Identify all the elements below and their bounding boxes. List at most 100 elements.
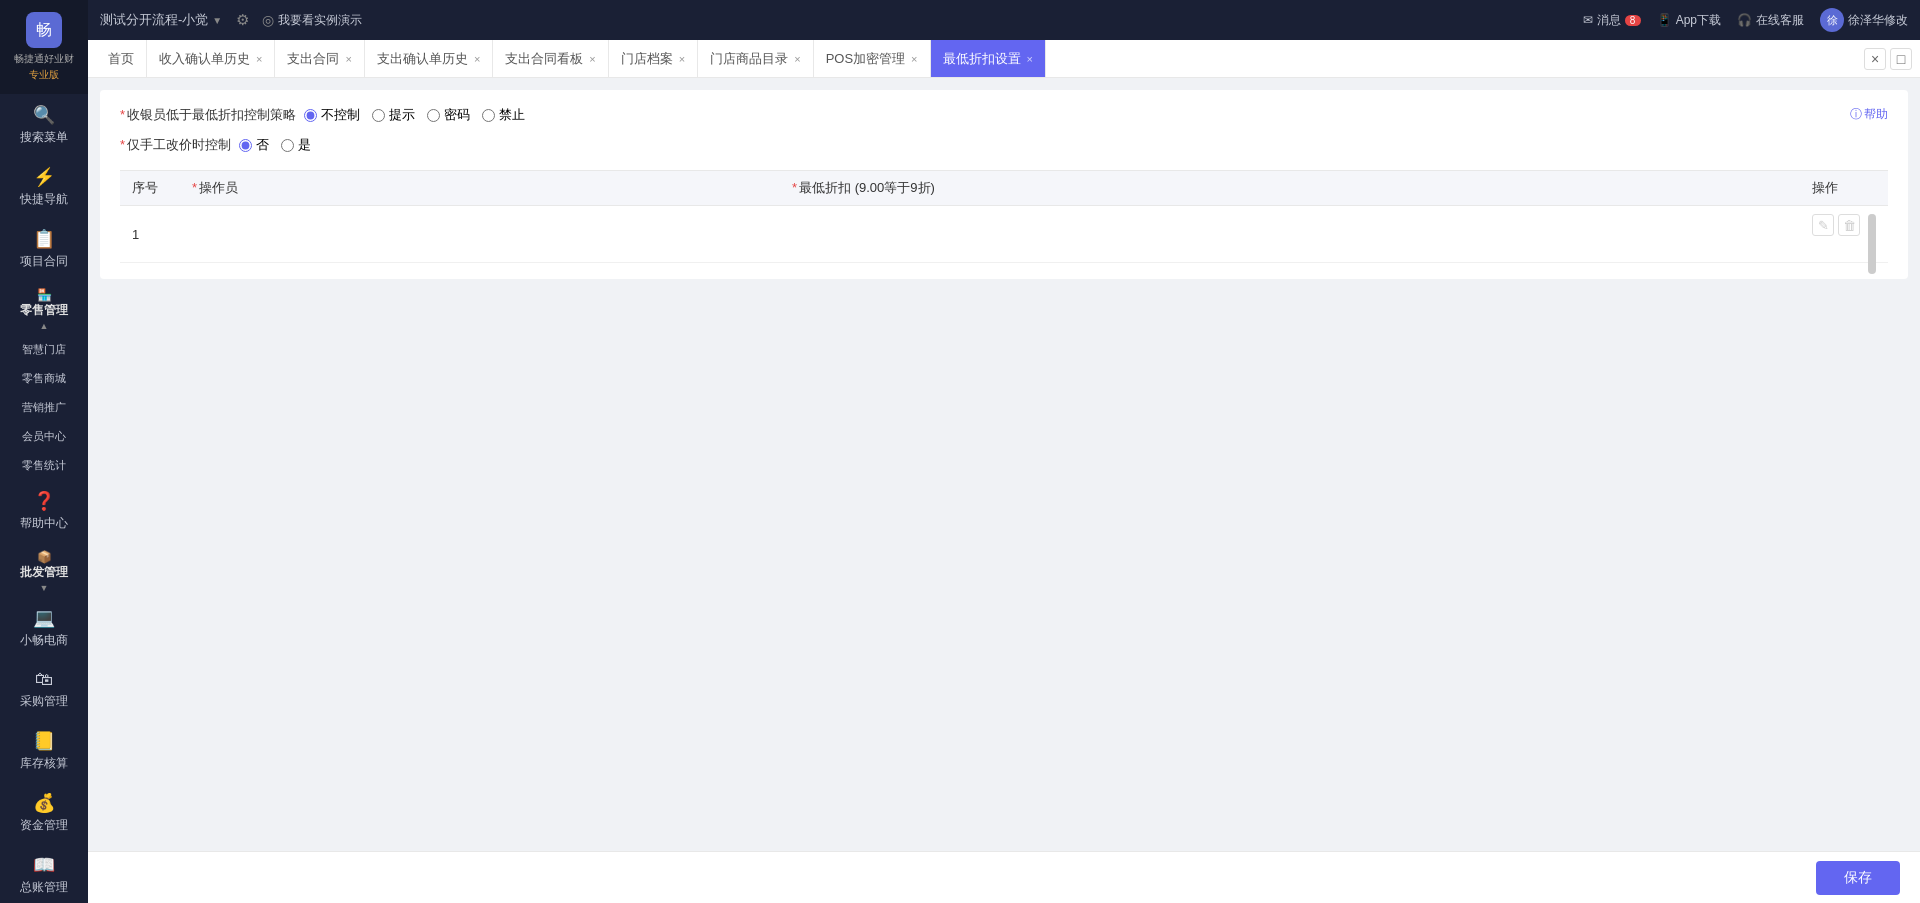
save-button[interactable]: 保存 bbox=[1816, 861, 1900, 895]
expand-tab-button[interactable]: □ bbox=[1890, 48, 1912, 70]
tab-income-history[interactable]: 收入确认单历史 × bbox=[147, 40, 275, 78]
sidebar-item-purchase-manage[interactable]: 🛍 采购管理 bbox=[0, 659, 88, 720]
sidebar-item-project-contract[interactable]: 📋 项目合同 bbox=[0, 218, 88, 280]
close-icon[interactable]: × bbox=[911, 53, 917, 65]
delete-button[interactable]: 🗑 bbox=[1838, 214, 1860, 236]
sidebar: 畅 畅捷通好业财 专业版 🔍 搜索菜单 ⚡ 快捷导航 📋 项目合同 🏪 零售管理… bbox=[0, 0, 88, 903]
tab-pos-password[interactable]: POS加密管理 × bbox=[814, 40, 931, 78]
message-button[interactable]: ✉ 消息 8 bbox=[1583, 12, 1641, 29]
app-download-label: App下载 bbox=[1676, 12, 1721, 29]
chevron-up-icon: ▲ bbox=[40, 321, 49, 331]
close-icon[interactable]: × bbox=[794, 53, 800, 65]
book-icon: 📖 bbox=[33, 854, 55, 876]
manual-yes[interactable]: 是 bbox=[281, 136, 311, 154]
sidebar-item-retail-mall[interactable]: 零售商城 bbox=[0, 364, 88, 393]
edition-badge: 专业版 bbox=[29, 68, 59, 82]
sidebar-item-fund-manage[interactable]: 💰 资金管理 bbox=[0, 782, 88, 844]
sidebar-item-xiaochain[interactable]: 💻 小畅电商 bbox=[0, 597, 88, 659]
sidebar-item-inventory-calc[interactable]: 📒 库存核算 bbox=[0, 720, 88, 782]
help-link[interactable]: ⓘ 帮助 bbox=[1850, 106, 1888, 123]
required-mark: * bbox=[120, 107, 125, 122]
col-header-operator: *操作员 bbox=[180, 171, 780, 206]
computer-icon: 💻 bbox=[33, 607, 55, 629]
tab-payment-contract[interactable]: 支出合同 × bbox=[275, 40, 364, 78]
sidebar-item-help-center[interactable]: ❓ 帮助中心 bbox=[0, 480, 88, 542]
sidebar-item-label: 采购管理 bbox=[20, 693, 68, 710]
sidebar-item-label: 总账管理 bbox=[20, 879, 68, 896]
scrollbar-thumb[interactable] bbox=[1868, 214, 1876, 274]
tab-home[interactable]: 首页 bbox=[96, 40, 147, 78]
tab-payment-contract-board[interactable]: 支出合同看板 × bbox=[493, 40, 608, 78]
clipboard-icon: 📋 bbox=[33, 228, 55, 250]
policy-forbidden[interactable]: 禁止 bbox=[482, 106, 525, 124]
sidebar-item-retail-manage[interactable]: 🏪 零售管理 ▲ bbox=[0, 280, 88, 335]
policy-no-control-label: 不控制 bbox=[321, 106, 360, 124]
close-icon[interactable]: × bbox=[589, 53, 595, 65]
app-download-button[interactable]: 📱 App下载 bbox=[1657, 12, 1721, 29]
user-menu-button[interactable]: 徐 徐泽华修改 bbox=[1820, 8, 1908, 32]
close-icon[interactable]: × bbox=[679, 53, 685, 65]
demo-link[interactable]: ◎ 我要看实例演示 bbox=[262, 12, 362, 29]
user-name: 徐泽华修改 bbox=[1848, 12, 1908, 29]
tab-label: 支出合同看板 bbox=[505, 50, 583, 68]
policy-no-control[interactable]: 不控制 bbox=[304, 106, 360, 124]
col-header-discount: *最低折扣 (9.00等于9折) bbox=[780, 171, 1800, 206]
topbar-settings-button[interactable]: ⚙ bbox=[230, 8, 254, 32]
sidebar-item-ledger-manage[interactable]: 📖 总账管理 bbox=[0, 844, 88, 903]
sidebar-item-marketing[interactable]: 营销推广 bbox=[0, 393, 88, 422]
customer-service-button[interactable]: 🎧 在线客服 bbox=[1737, 12, 1804, 29]
policy-no-control-radio[interactable] bbox=[304, 109, 317, 122]
sidebar-item-batch-manage[interactable]: 📦 批发管理 ▼ bbox=[0, 542, 88, 597]
shopping-icon: 🛍 bbox=[35, 669, 53, 690]
tab-label: POS加密管理 bbox=[826, 50, 905, 68]
lightning-icon: ⚡ bbox=[33, 166, 55, 188]
close-icon[interactable]: × bbox=[474, 53, 480, 65]
topbar: 测试分开流程-小觉 ▼ ⚙ ◎ 我要看实例演示 ✉ 消息 8 📱 App下载 🎧… bbox=[88, 0, 1920, 40]
close-icon[interactable]: × bbox=[256, 53, 262, 65]
table-scrollbar[interactable] bbox=[1868, 214, 1876, 254]
close-tab-button[interactable]: × bbox=[1864, 48, 1886, 70]
question-icon: ❓ bbox=[33, 490, 55, 512]
tab-label: 支出合同 bbox=[287, 50, 339, 68]
sidebar-item-smart-store[interactable]: 智慧门店 bbox=[0, 335, 88, 364]
download-icon: 📱 bbox=[1657, 13, 1672, 27]
edit-button[interactable]: ✎ bbox=[1812, 214, 1834, 236]
policy-remind[interactable]: 提示 bbox=[372, 106, 415, 124]
sidebar-item-label: 智慧门店 bbox=[22, 342, 66, 357]
policy-password-radio[interactable] bbox=[427, 109, 440, 122]
sidebar-item-member-center[interactable]: 会员中心 bbox=[0, 422, 88, 451]
table-row: 1 ✎ 🗑 bbox=[120, 206, 1888, 263]
policy-forbidden-radio[interactable] bbox=[482, 109, 495, 122]
gear-icon: ⚙ bbox=[236, 11, 249, 29]
notebook-icon: 📒 bbox=[33, 730, 55, 752]
sidebar-item-label: 零售商城 bbox=[22, 371, 66, 386]
sidebar-item-label: 项目合同 bbox=[20, 253, 68, 270]
manual-yes-radio[interactable] bbox=[281, 139, 294, 152]
sidebar-item-shortcut[interactable]: ⚡ 快捷导航 bbox=[0, 156, 88, 218]
sidebar-item-search[interactable]: 🔍 搜索菜单 bbox=[0, 94, 88, 156]
project-selector[interactable]: 测试分开流程-小觉 ▼ bbox=[100, 11, 222, 29]
tab-label: 收入确认单历史 bbox=[159, 50, 250, 68]
sidebar-item-label: 会员中心 bbox=[22, 429, 66, 444]
tab-store-goods[interactable]: 门店商品目录 × bbox=[698, 40, 813, 78]
policy-remind-label: 提示 bbox=[389, 106, 415, 124]
app-logo: 畅 畅捷通好业财 专业版 bbox=[0, 0, 88, 94]
tab-min-discount[interactable]: 最低折扣设置 × bbox=[931, 40, 1046, 78]
sidebar-item-label: 库存核算 bbox=[20, 755, 68, 772]
sidebar-item-retail-stats[interactable]: 零售统计 bbox=[0, 451, 88, 480]
store-icon: 🏪 bbox=[37, 288, 52, 302]
manual-no[interactable]: 否 bbox=[239, 136, 269, 154]
help-text: 帮助 bbox=[1864, 106, 1888, 123]
close-icon[interactable]: × bbox=[345, 53, 351, 65]
policy-remind-radio[interactable] bbox=[372, 109, 385, 122]
tab-controls: × □ bbox=[1864, 48, 1912, 70]
action-icons: ✎ 🗑 bbox=[1812, 214, 1876, 254]
manual-no-radio[interactable] bbox=[239, 139, 252, 152]
tab-store-archive[interactable]: 门店档案 × bbox=[609, 40, 698, 78]
tab-payment-confirm-history[interactable]: 支出确认单历史 × bbox=[365, 40, 493, 78]
close-icon[interactable]: × bbox=[1027, 53, 1033, 65]
required-mark: * bbox=[120, 137, 125, 152]
package-icon: 📦 bbox=[37, 550, 52, 564]
cell-discount bbox=[780, 206, 1800, 263]
policy-password[interactable]: 密码 bbox=[427, 106, 470, 124]
